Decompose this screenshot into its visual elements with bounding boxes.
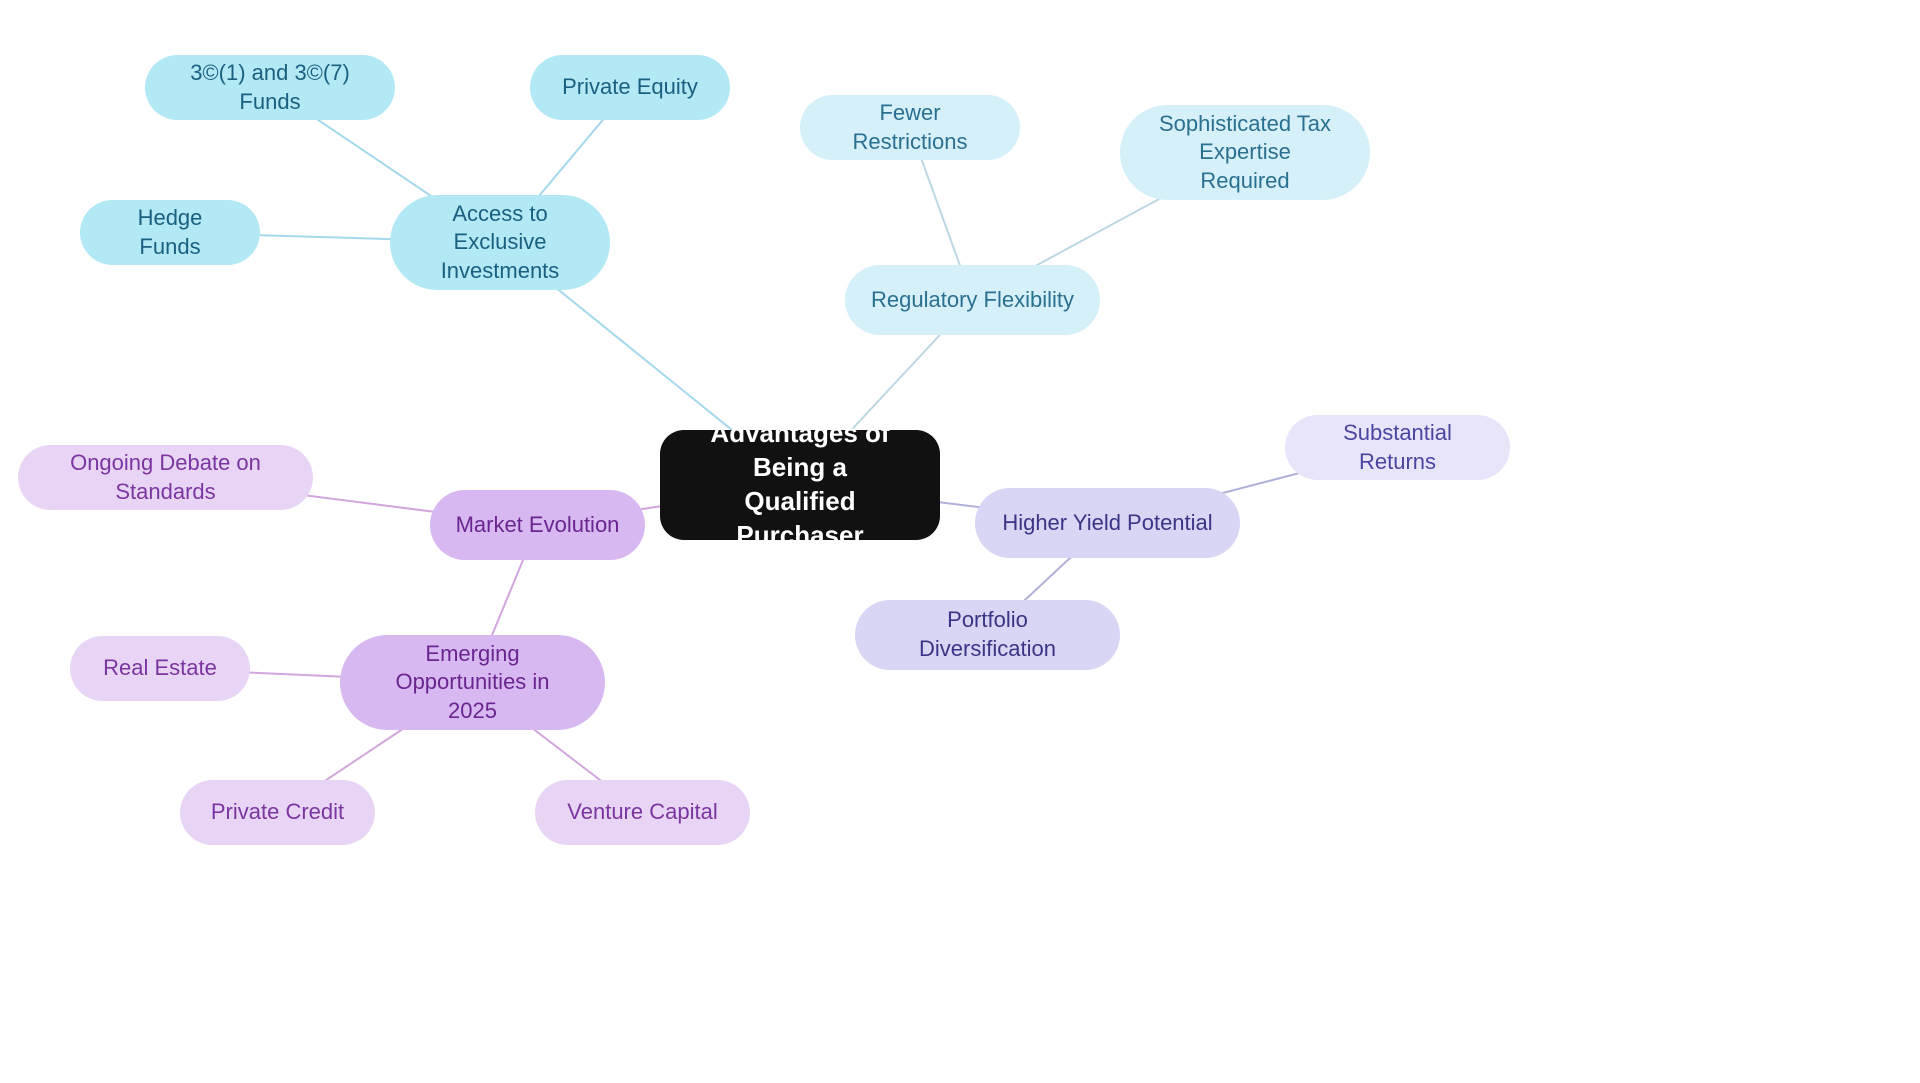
center-node: Advantages of Being a Qualified Purchase… [660, 430, 940, 540]
private-equity-label: Private Equity [562, 73, 698, 102]
hedge-funds-node: Hedge Funds [80, 200, 260, 265]
real-estate-node: Real Estate [70, 636, 250, 701]
private-credit-node: Private Credit [180, 780, 375, 845]
center-label: Advantages of Being a Qualified Purchase… [684, 417, 916, 552]
market-evolution-label: Market Evolution [456, 511, 620, 540]
venture-capital-label: Venture Capital [567, 798, 717, 827]
substantial-returns-node: Substantial Returns [1285, 415, 1510, 480]
emerging-opps-label: Emerging Opportunities in 2025 [364, 640, 581, 726]
funds-3c-label: 3©(1) and 3©(7) Funds [169, 59, 371, 116]
higher-yield-node: Higher Yield Potential [975, 488, 1240, 558]
higher-yield-label: Higher Yield Potential [1002, 509, 1212, 538]
mind-map-connections [0, 0, 1920, 1083]
market-evolution-node: Market Evolution [430, 490, 645, 560]
portfolio-div-label: Portfolio Diversification [879, 606, 1096, 663]
private-equity-node: Private Equity [530, 55, 730, 120]
regulatory-node: Regulatory Flexibility [845, 265, 1100, 335]
fewer-restrictions-node: Fewer Restrictions [800, 95, 1020, 160]
tax-expertise-node: Sophisticated Tax Expertise Required [1120, 105, 1370, 200]
regulatory-label: Regulatory Flexibility [871, 286, 1074, 315]
tax-expertise-label: Sophisticated Tax Expertise Required [1144, 110, 1346, 196]
substantial-returns-label: Substantial Returns [1309, 419, 1486, 476]
fewer-restrictions-label: Fewer Restrictions [824, 99, 996, 156]
emerging-opps-node: Emerging Opportunities in 2025 [340, 635, 605, 730]
access-node: Access to Exclusive Investments [390, 195, 610, 290]
real-estate-label: Real Estate [103, 654, 217, 683]
access-label: Access to Exclusive Investments [414, 200, 586, 286]
ongoing-debate-node: Ongoing Debate on Standards [18, 445, 313, 510]
venture-capital-node: Venture Capital [535, 780, 750, 845]
private-credit-label: Private Credit [211, 798, 344, 827]
portfolio-div-node: Portfolio Diversification [855, 600, 1120, 670]
hedge-funds-label: Hedge Funds [104, 204, 236, 261]
funds-3c-node: 3©(1) and 3©(7) Funds [145, 55, 395, 120]
ongoing-debate-label: Ongoing Debate on Standards [42, 449, 289, 506]
